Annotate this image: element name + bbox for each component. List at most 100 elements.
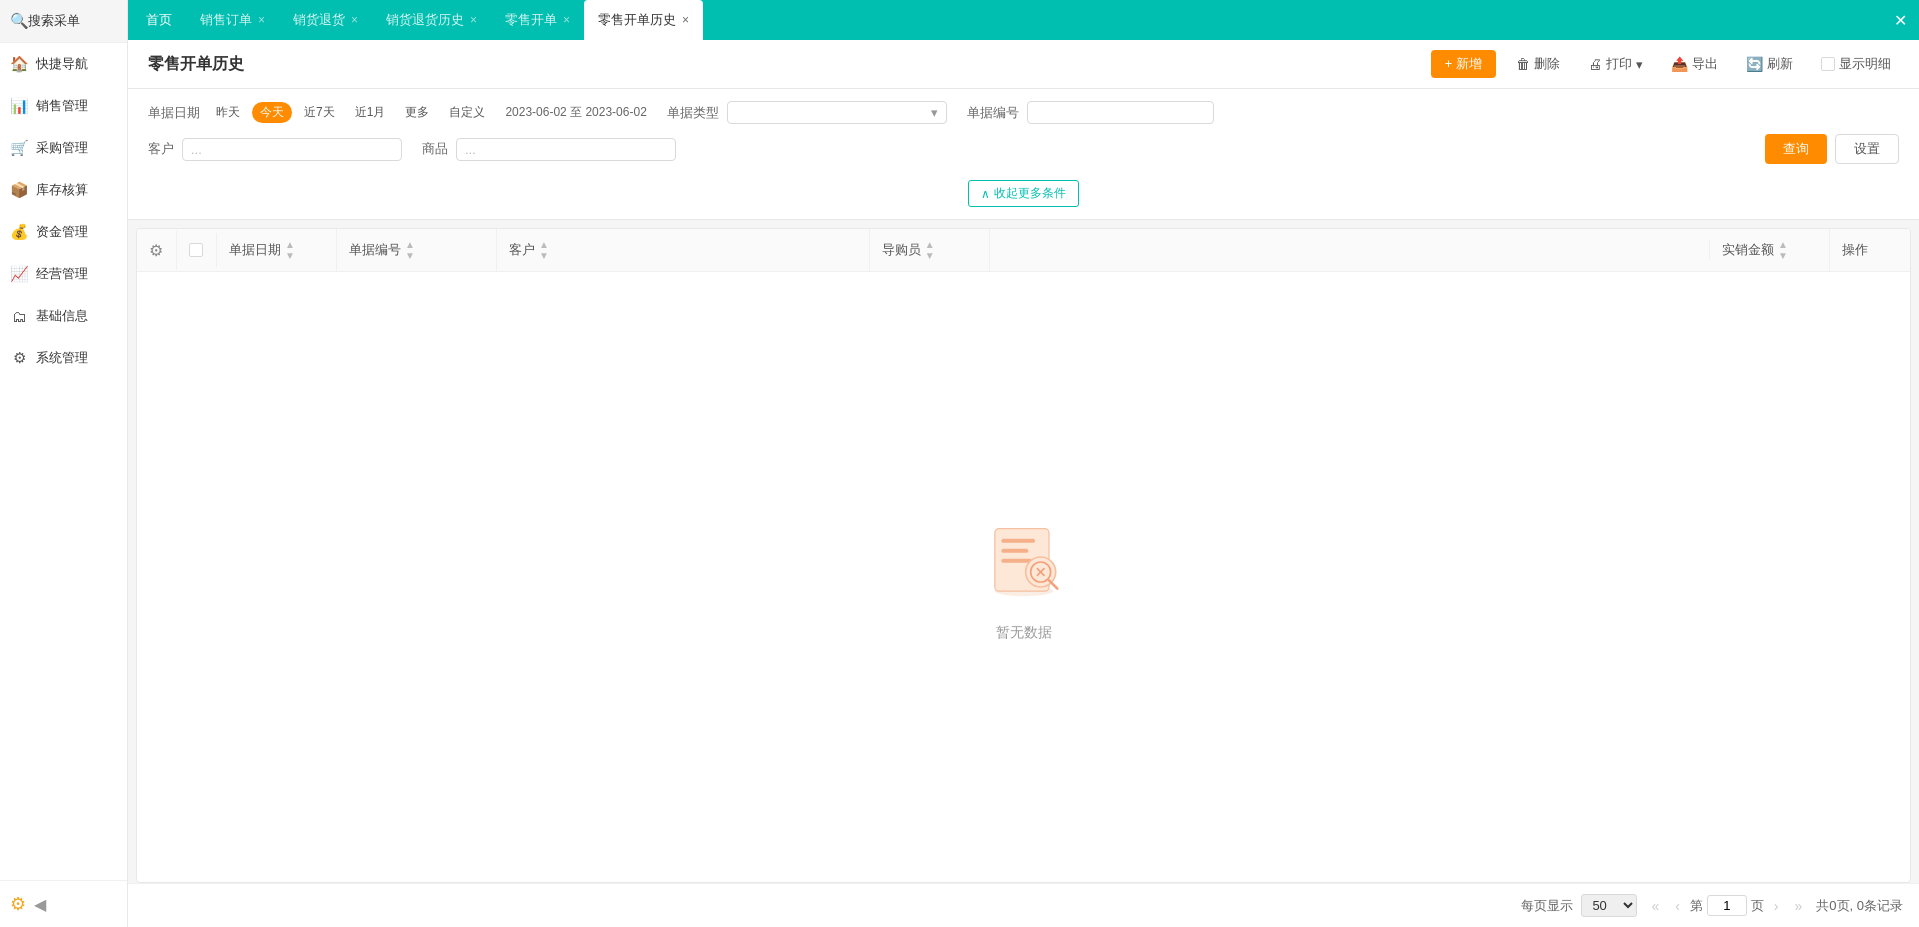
date-opt-yesterday[interactable]: 昨天 [208, 102, 248, 123]
filter-date-options: 昨天 今天 近7天 近1月 更多 自定义 [208, 102, 493, 123]
sort-date-icon[interactable]: ▲▼ [285, 239, 295, 261]
sidebar-item-sales-mgmt[interactable]: 📊 销售管理 [0, 85, 127, 127]
date-opt-1month[interactable]: 近1月 [347, 102, 394, 123]
sort-customer-icon[interactable]: ▲▼ [539, 239, 549, 261]
sort-num-icon[interactable]: ▲▼ [405, 239, 415, 261]
tab-sales-order[interactable]: 销售订单 × [186, 0, 279, 40]
print-button[interactable]: 🖨 打印 ▾ [1580, 51, 1651, 77]
tab-sales-return-history[interactable]: 销货退货历史 × [372, 0, 491, 40]
sidebar-item-operation[interactable]: 📈 经营管理 [0, 253, 127, 295]
print-dropdown-icon[interactable]: ▾ [1636, 57, 1643, 72]
filter-date-range: 2023-06-02 至 2023-06-02 [505, 104, 646, 121]
filter-customer-select[interactable]: ... [182, 138, 402, 161]
filter-goods-field: 商品 ... [422, 138, 676, 161]
sidebar-label-base-info: 基础信息 [36, 307, 88, 325]
page-header: 零售开单历史 + 新增 🗑 删除 🖨 打印 ▾ 📤 导出 [128, 40, 1919, 89]
operation-icon: 📈 [10, 265, 28, 283]
sidebar-item-purchase-mgmt[interactable]: 🛒 采购管理 [0, 127, 127, 169]
pagination-bar: 每页显示 20 50 100 « ‹ 第 页 › » 共0页, 0条记录 [128, 883, 1919, 927]
page-size-select[interactable]: 20 50 100 [1581, 894, 1637, 917]
tab-retail-open-history-label: 零售开单历史 [598, 11, 676, 29]
th-amount-label: 实销金额 [1722, 241, 1774, 259]
filter-doc-type-field: 单据类型 ▾ [667, 101, 947, 124]
filter-goods-select[interactable]: ... [456, 138, 676, 161]
th-num[interactable]: 单据编号 ▲▼ [337, 229, 497, 271]
date-opt-today[interactable]: 今天 [252, 102, 292, 123]
tab-retail-open-label: 零售开单 [505, 11, 557, 29]
filter-customer-value: ... [191, 142, 202, 157]
th-extra [990, 240, 1710, 260]
sidebar-item-finance[interactable]: 💰 资金管理 [0, 211, 127, 253]
collapse-filter-button[interactable]: ∧ 收起更多条件 [968, 180, 1079, 207]
page-size-label: 每页显示 [1521, 897, 1573, 915]
next-page-button[interactable]: › [1768, 896, 1785, 916]
sidebar-item-quick-nav[interactable]: 🏠 快捷导航 [0, 43, 127, 85]
tab-sales-return-history-label: 销货退货历史 [386, 11, 464, 29]
settings-button[interactable]: ⚙ [10, 893, 26, 915]
filter-doc-type-select[interactable]: ▾ [727, 101, 947, 124]
page-content: 零售开单历史 + 新增 🗑 删除 🖨 打印 ▾ 📤 导出 [128, 40, 1919, 927]
sort-amount-icon[interactable]: ▲▼ [1778, 239, 1788, 261]
sys-icon: ⚙ [10, 349, 28, 367]
table-settings-icon[interactable]: ⚙ [149, 241, 163, 260]
sidebar-label-operation: 经营管理 [36, 265, 88, 283]
filter-doc-num-input[interactable] [1027, 101, 1214, 124]
settings-filter-button[interactable]: 设置 [1835, 134, 1899, 164]
query-button[interactable]: 查询 [1765, 134, 1827, 164]
prev-page-button[interactable]: ‹ [1669, 896, 1686, 916]
filter-row-2: 客户 ... 商品 ... 查询 设置 [148, 134, 1899, 164]
sidebar: 🔍 搜索采单 🏠 快捷导航 📊 销售管理 🛒 采购管理 📦 库存核算 💰 资金管… [0, 0, 128, 927]
refresh-icon: 🔄 [1746, 56, 1763, 72]
empty-icon [974, 512, 1074, 612]
delete-button[interactable]: 🗑 删除 [1508, 51, 1568, 77]
filter-customer-label: 客户 [148, 140, 174, 158]
th-guide[interactable]: 导购员 ▲▼ [870, 229, 990, 271]
page-title: 零售开单历史 [148, 54, 244, 75]
page-nav: « ‹ 第 页 › » [1645, 895, 1808, 916]
tab-retail-open-history-close[interactable]: × [682, 13, 689, 27]
collapse-filter-label: 收起更多条件 [994, 185, 1066, 202]
date-opt-7days[interactable]: 近7天 [296, 102, 343, 123]
tab-retail-open[interactable]: 零售开单 × [491, 0, 584, 40]
tab-sales-return-close[interactable]: × [351, 13, 358, 27]
tab-sales-return-history-close[interactable]: × [470, 13, 477, 27]
th-ops-label: 操作 [1842, 241, 1868, 259]
tab-sales-return[interactable]: 销货退货 × [279, 0, 372, 40]
collapse-sidebar-button[interactable]: ◀ [34, 895, 46, 914]
tab-retail-open-close[interactable]: × [563, 13, 570, 27]
add-button-label: + 新增 [1445, 55, 1482, 73]
sidebar-item-base-info[interactable]: 🗂 基础信息 [0, 295, 127, 337]
date-opt-custom[interactable]: 自定义 [441, 102, 493, 123]
finance-icon: 💰 [10, 223, 28, 241]
date-opt-more[interactable]: 更多 [397, 102, 437, 123]
th-date[interactable]: 单据日期 ▲▼ [217, 229, 337, 271]
sidebar-search[interactable]: 🔍 搜索采单 [0, 0, 127, 43]
last-page-button[interactable]: » [1789, 896, 1809, 916]
tab-home[interactable]: 首页 [132, 0, 186, 40]
empty-state: 暂无数据 [137, 272, 1910, 882]
th-customer[interactable]: 客户 ▲▼ [497, 229, 870, 271]
show-detail-button[interactable]: 显示明细 [1813, 51, 1899, 77]
tab-retail-open-history[interactable]: 零售开单历史 × [584, 0, 703, 40]
th-amount[interactable]: 实销金额 ▲▼ [1710, 229, 1830, 271]
th-check [177, 233, 217, 267]
tab-home-label: 首页 [146, 11, 172, 29]
add-button[interactable]: + 新增 [1431, 50, 1496, 78]
export-button[interactable]: 📤 导出 [1663, 51, 1726, 77]
sort-guide-icon[interactable]: ▲▼ [925, 239, 935, 261]
select-all-checkbox[interactable] [189, 243, 203, 257]
print-button-label: 打印 [1606, 55, 1632, 73]
current-page-input[interactable] [1707, 895, 1747, 916]
window-close-button[interactable]: ✕ [1894, 11, 1907, 30]
filter-doc-num-label: 单据编号 [967, 104, 1019, 122]
base-info-icon: 🗂 [10, 307, 28, 325]
refresh-button[interactable]: 🔄 刷新 [1738, 51, 1801, 77]
th-ops: 操作 [1830, 231, 1910, 269]
tab-sales-order-close[interactable]: × [258, 13, 265, 27]
sidebar-item-sys-mgmt[interactable]: ⚙ 系统管理 [0, 337, 127, 379]
show-detail-checkbox[interactable] [1821, 57, 1835, 71]
th-customer-label: 客户 [509, 241, 535, 259]
sidebar-label-sys-mgmt: 系统管理 [36, 349, 88, 367]
first-page-button[interactable]: « [1645, 896, 1665, 916]
sidebar-item-inventory[interactable]: 📦 库存核算 [0, 169, 127, 211]
